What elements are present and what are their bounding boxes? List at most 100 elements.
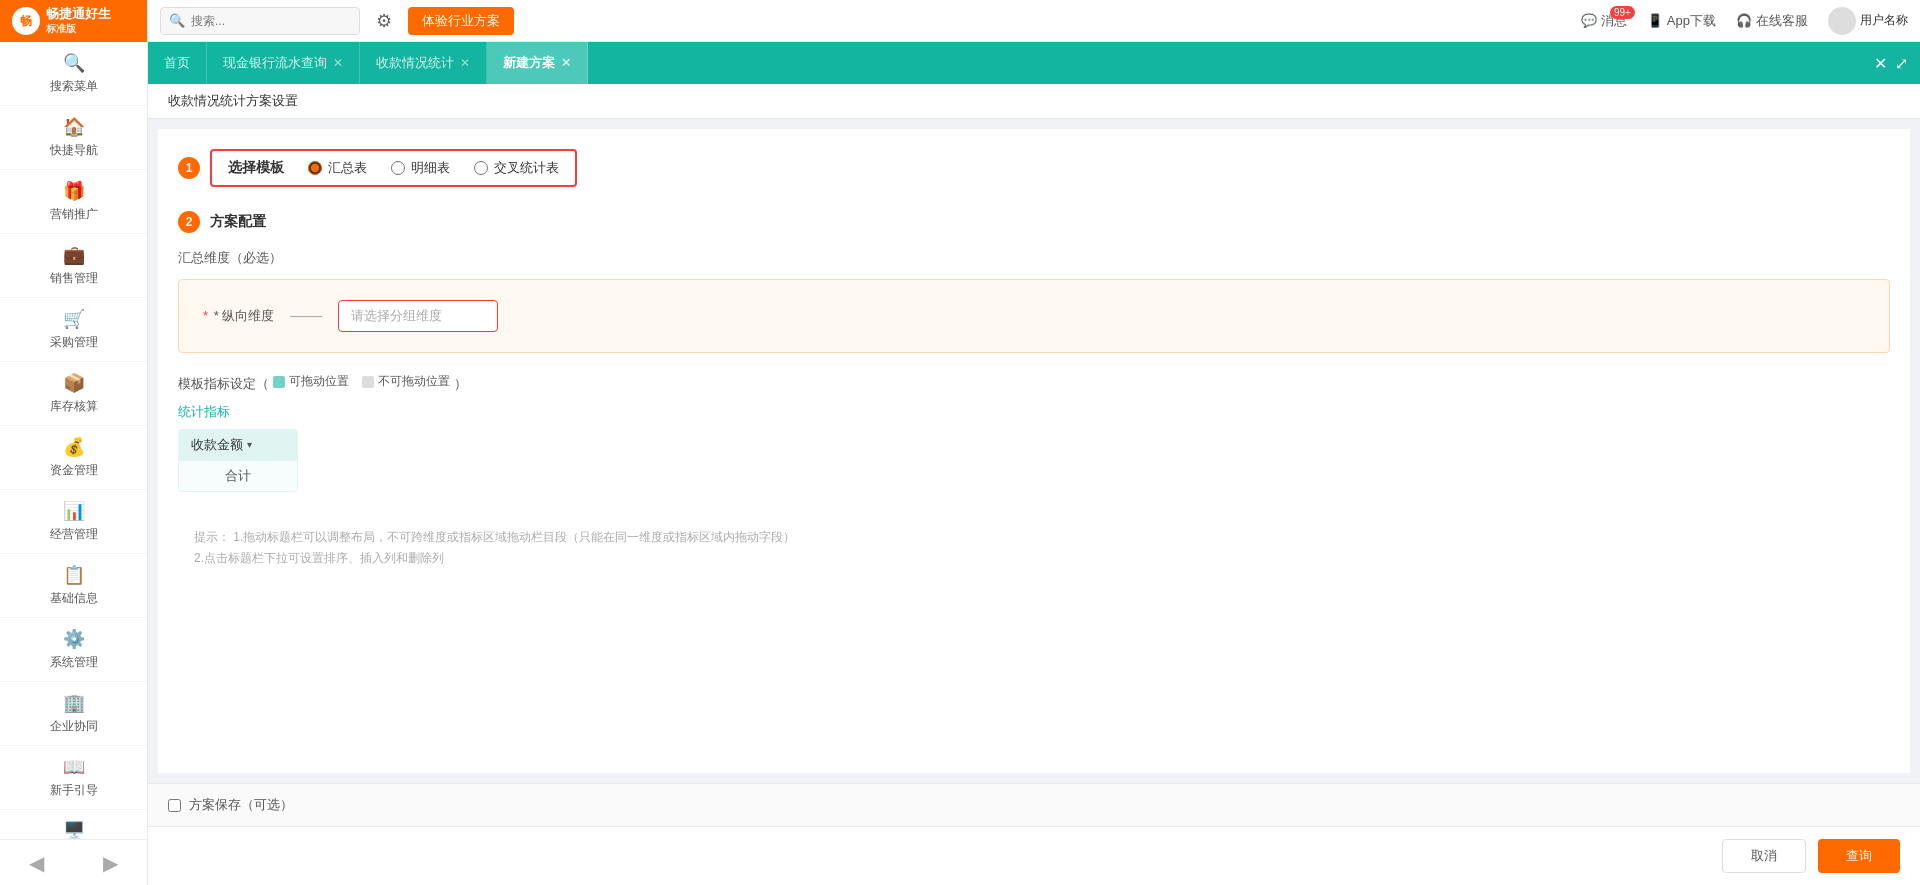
dimension-area: * * 纵向维度 —— 请选择分组维度 xyxy=(178,279,1890,353)
sidebar-item-search-menu[interactable]: 🔍 搜索菜单 xyxy=(0,42,147,106)
non-draggable-badge: 不可拖动位置 xyxy=(362,373,450,390)
tabbar: 首页 现金银行流水查询 ✕ 收款情况统计 ✕ 新建方案 ✕ ✕ ⤢ xyxy=(148,42,1920,84)
sidebar-nav: 🔍 搜索菜单 🏠 快捷导航 🎁 营销推广 💼 销售管理 🛒 采购管理 📦 库存核… xyxy=(0,42,147,839)
cancel-button[interactable]: 取消 xyxy=(1722,839,1806,873)
dimension-title: 汇总维度（必选） xyxy=(178,249,1890,267)
settings-icon[interactable]: ⚙ xyxy=(376,10,392,32)
save-checkbox[interactable] xyxy=(168,799,181,812)
radio-summary-input[interactable] xyxy=(308,161,322,175)
basic-info-icon: 📋 xyxy=(63,564,85,586)
main-area: 🔍 ⚙ 体验行业方案 💬 消息 99+ 📱 App下载 🎧 在线客服 用户名称 xyxy=(148,0,1920,885)
logo-icon: 畅 xyxy=(12,7,40,35)
step1-label: 选择模板 xyxy=(228,159,284,177)
tabbar-close-icon[interactable]: ✕ xyxy=(1874,54,1887,73)
sidebar-item-system[interactable]: ⚙️ 系统管理 xyxy=(0,618,147,682)
sidebar-logo: 畅 畅捷通好生 标准版 xyxy=(0,0,147,42)
tabbar-actions: ✕ ⤢ xyxy=(1862,42,1920,84)
sidebar-item-basic-info[interactable]: 📋 基础信息 xyxy=(0,554,147,618)
search-input[interactable] xyxy=(191,14,351,28)
inventory-icon: 📦 xyxy=(63,372,85,394)
step1-number: 1 xyxy=(178,157,200,179)
form-container: 1 选择模板 汇总表 明细表 交叉统计表 xyxy=(158,129,1910,773)
draggable-badge: 可拖动位置 xyxy=(273,373,349,390)
sidebar-item-enterprise[interactable]: 🏢 企业协同 xyxy=(0,682,147,746)
metrics-section-title: 统计指标 xyxy=(178,403,1890,421)
drag-indicator xyxy=(273,376,285,388)
tab-new-plan[interactable]: 新建方案 ✕ xyxy=(487,42,588,84)
save-label[interactable]: 方案保存（可选） xyxy=(189,796,293,814)
query-button[interactable]: 查询 xyxy=(1818,839,1900,873)
tab-bank-flow[interactable]: 现金银行流水查询 ✕ xyxy=(207,42,360,84)
radio-cross[interactable]: 交叉统计表 xyxy=(474,159,559,177)
tab-receipt-stat-close[interactable]: ✕ xyxy=(460,56,470,70)
content-area: 收款情况统计方案设置 1 选择模板 汇总表 明细表 xyxy=(148,84,1920,885)
sales-icon: 💼 xyxy=(63,244,85,266)
sidebar-item-operation[interactable]: 📊 经营管理 xyxy=(0,490,147,554)
avatar xyxy=(1828,7,1856,35)
trial-btn[interactable]: 体验行业方案 xyxy=(408,7,514,35)
tab-bank-flow-close[interactable]: ✕ xyxy=(333,56,343,70)
tab-home[interactable]: 首页 xyxy=(148,42,207,84)
sidebar-item-sales[interactable]: 💼 销售管理 xyxy=(0,234,147,298)
search-menu-icon: 🔍 xyxy=(63,52,85,74)
vertical-label: * * 纵向维度 xyxy=(203,307,274,325)
sidebar-footer: ◀ ▶ xyxy=(0,839,147,885)
dimension-arrow: —— xyxy=(290,307,322,325)
tabbar-expand-icon[interactable]: ⤢ xyxy=(1895,54,1908,73)
enterprise-icon: 🏢 xyxy=(63,692,85,714)
radio-detail[interactable]: 明细表 xyxy=(391,159,450,177)
sidebar-item-purchase[interactable]: 🛒 采购管理 xyxy=(0,298,147,362)
sidebar-item-hardware[interactable]: 🖥️ 智能硬件 xyxy=(0,810,147,839)
topbar-search-box[interactable]: 🔍 xyxy=(160,7,360,35)
tab-new-plan-close[interactable]: ✕ xyxy=(561,56,571,70)
dimension-row: * * 纵向维度 —— 请选择分组维度 xyxy=(203,300,1865,332)
operation-icon: 📊 xyxy=(63,500,85,522)
app-download-btn[interactable]: 📱 App下载 xyxy=(1647,12,1716,30)
radio-summary[interactable]: 汇总表 xyxy=(308,159,367,177)
metrics-table-header: 收款金额 ▾ xyxy=(179,430,297,460)
hardware-icon: 🖥️ xyxy=(63,820,85,839)
required-mark: * xyxy=(203,308,208,323)
tip-line2: 2.点击标题栏下拉可设置排序、插入列和删除列 xyxy=(194,548,1874,570)
page-footer: 方案保存（可选） xyxy=(148,783,1920,826)
step2-number: 2 xyxy=(178,211,200,233)
message-btn[interactable]: 💬 消息 99+ xyxy=(1581,12,1627,30)
sidebar-item-inventory[interactable]: 📦 库存核算 xyxy=(0,362,147,426)
purchase-icon: 🛒 xyxy=(63,308,85,330)
user-avatar-area[interactable]: 用户名称 xyxy=(1828,7,1908,35)
bottom-action-bar: 取消 查询 xyxy=(148,826,1920,885)
metrics-config: 模板指标设定（ 可拖动位置 不可拖动位置 ） 统计 xyxy=(178,373,1890,495)
nodrag-indicator xyxy=(362,376,374,388)
sidebar-expand-btn[interactable]: ▶ xyxy=(74,840,148,885)
metrics-table-total: 合计 xyxy=(179,460,297,491)
metrics-config-title: 模板指标设定（ 可拖动位置 不可拖动位置 ） xyxy=(178,373,467,393)
sidebar-item-capital[interactable]: 💰 资金管理 xyxy=(0,426,147,490)
dimension-select[interactable]: 请选择分组维度 xyxy=(338,300,498,332)
message-badge: 99+ xyxy=(1610,6,1635,19)
system-icon: ⚙️ xyxy=(63,628,85,650)
sidebar-item-quick-nav[interactable]: 🏠 快捷导航 xyxy=(0,106,147,170)
step2-label: 方案配置 xyxy=(210,213,266,231)
metrics-label-row: 模板指标设定（ 可拖动位置 不可拖动位置 ） xyxy=(178,373,1890,393)
page-title-bar: 收款情况统计方案设置 xyxy=(148,84,1920,119)
quick-nav-icon: 🏠 xyxy=(63,116,85,138)
search-icon: 🔍 xyxy=(169,13,185,28)
tip-line1: 提示： 1.拖动标题栏可以调整布局，不可跨维度或指标区域拖动栏目段（只能在同一维… xyxy=(194,527,1874,549)
tab-receipt-stat[interactable]: 收款情况统计 ✕ xyxy=(360,42,487,84)
capital-icon: 💰 xyxy=(63,436,85,458)
metrics-table: 收款金额 ▾ 合计 xyxy=(178,429,298,492)
tips-section: 提示： 1.拖动标题栏可以调整布局，不可跨维度或指标区域拖动栏目段（只能在同一维… xyxy=(178,515,1890,582)
marketing-icon: 🎁 xyxy=(63,180,85,202)
step1-section: 1 选择模板 汇总表 明细表 交叉统计表 xyxy=(178,149,1890,187)
radio-detail-input[interactable] xyxy=(391,161,405,175)
service-icon: 🎧 xyxy=(1736,13,1752,28)
sidebar-item-marketing[interactable]: 🎁 营销推广 xyxy=(0,170,147,234)
metrics-dropdown-icon[interactable]: ▾ xyxy=(247,439,252,450)
radio-cross-input[interactable] xyxy=(474,161,488,175)
step1-header: 1 选择模板 汇总表 明细表 交叉统计表 xyxy=(178,149,1890,187)
service-btn[interactable]: 🎧 在线客服 xyxy=(1736,12,1808,30)
sidebar-item-guide[interactable]: 📖 新手引导 xyxy=(0,746,147,810)
logo-text: 畅捷通好生 标准版 xyxy=(46,6,111,36)
sidebar-collapse-btn[interactable]: ◀ xyxy=(0,840,74,885)
topbar: 🔍 ⚙ 体验行业方案 💬 消息 99+ 📱 App下载 🎧 在线客服 用户名称 xyxy=(148,0,1920,42)
